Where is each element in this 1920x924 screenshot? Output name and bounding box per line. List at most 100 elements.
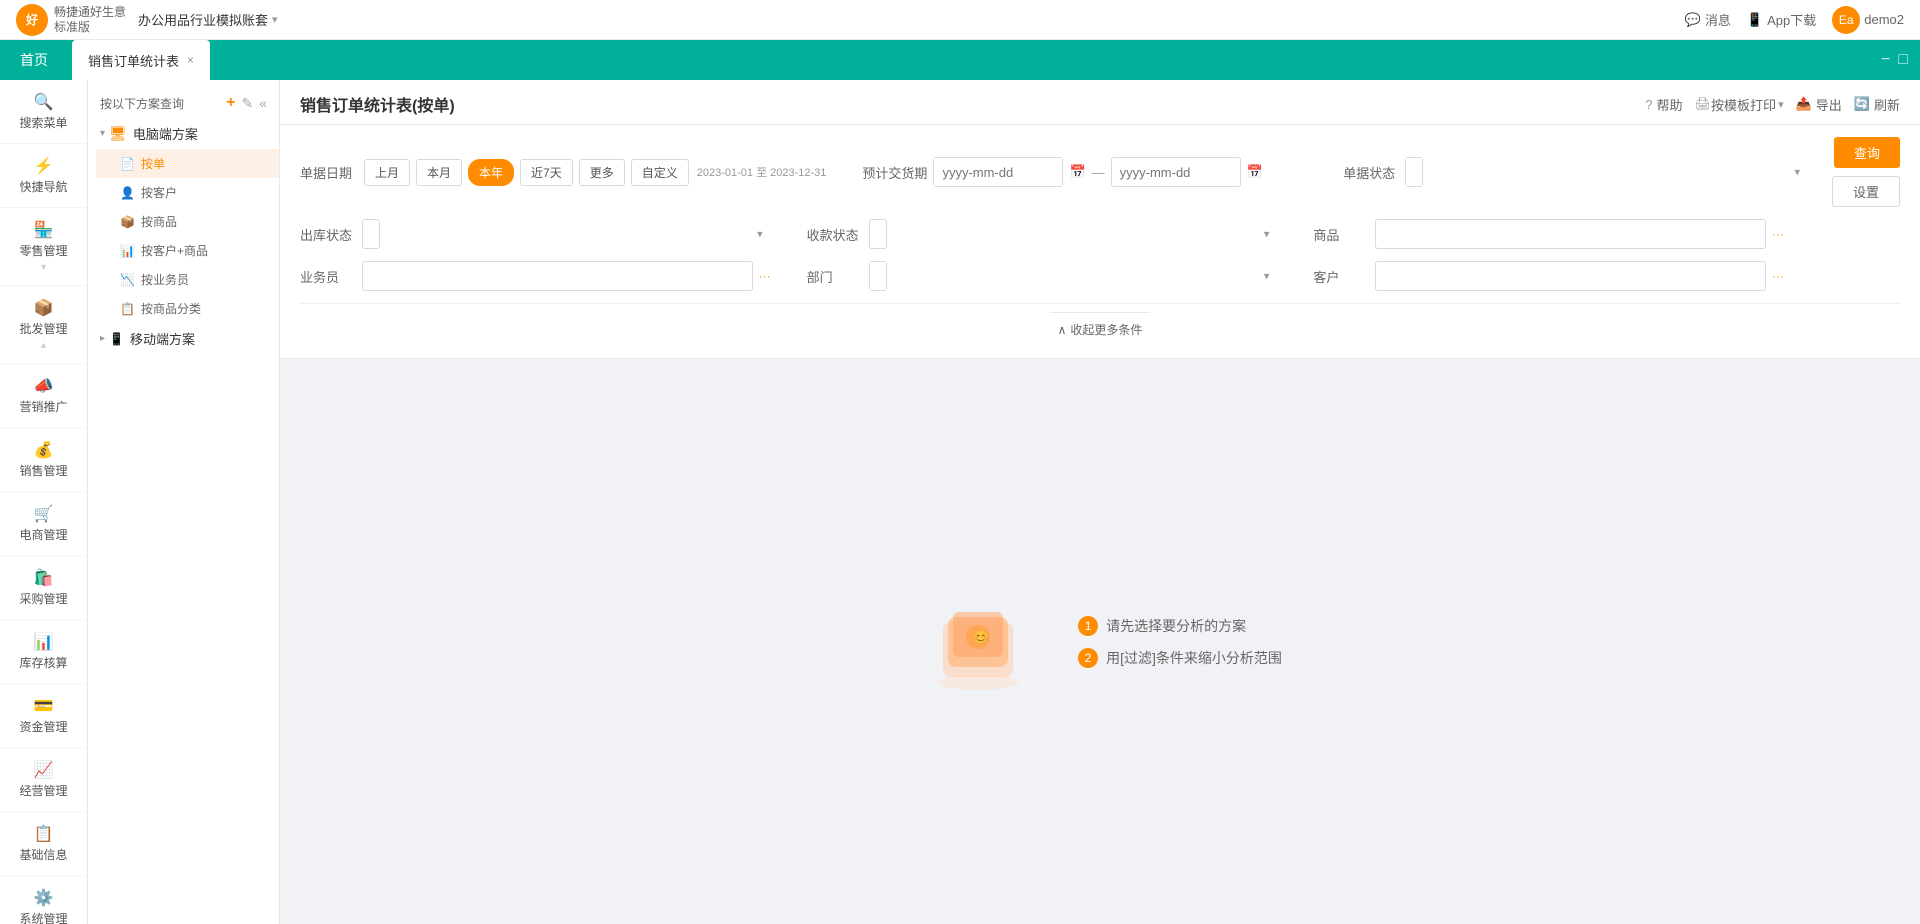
sidebar-item-quicknav[interactable]: ⚡ 快捷导航 — [0, 144, 87, 208]
purchase-icon: 🛍️ — [8, 568, 79, 588]
help-icon: ? — [1645, 97, 1652, 112]
left-panel-actions: + ✎ « — [226, 94, 267, 112]
tree-expand-icon: ▾ — [100, 128, 105, 139]
sidebar-item-purchase[interactable]: 🛍️ 采购管理 — [0, 556, 87, 620]
inventory-icon: 📊 — [8, 632, 79, 652]
user-area[interactable]: Ea demo2 — [1832, 6, 1904, 34]
sidebar-item-search[interactable]: 🔍 搜索菜单 — [0, 80, 87, 144]
date-btn-thismonth[interactable]: 本月 — [416, 159, 462, 186]
customer-input[interactable] — [1375, 261, 1766, 291]
sidebar-item-wholesale[interactable]: 📦 批发管理 ▴ — [0, 286, 87, 364]
logo-icon: 好 — [16, 4, 48, 36]
tree-mobile-arrow-icon: ▸ — [100, 333, 105, 344]
product-more-icon[interactable]: ··· — [1772, 227, 1784, 241]
scheme-by-customer-product[interactable]: 📊 按客户+商品 — [96, 236, 279, 265]
scheme-by-order[interactable]: 📄 按单 — [96, 149, 279, 178]
expected-date-end[interactable] — [1111, 157, 1241, 187]
refresh-button[interactable]: 🔄 刷新 — [1854, 95, 1900, 114]
customer-more-icon[interactable]: ··· — [1772, 269, 1784, 283]
app-download-button[interactable]: 📱 App下载 — [1747, 10, 1816, 29]
page-actions: ? 帮助 🖨 按模板打印 ▾ 📤 导出 🔄 刷新 — [1645, 95, 1900, 114]
sidebar-item-sales[interactable]: 💰 销售管理 — [0, 428, 87, 492]
scheme-by-product[interactable]: 📦 按商品 — [96, 207, 279, 236]
sidebar-item-basic[interactable]: 📋 基础信息 — [0, 812, 87, 876]
basic-icon: 📋 — [8, 824, 79, 844]
mobile-icon: 📱 — [109, 332, 124, 346]
sidebar-item-inventory[interactable]: 📊 库存核算 — [0, 620, 87, 684]
date-btn-more[interactable]: 更多 — [579, 159, 625, 186]
tree-section-mobile: ▸ 📱 移动端方案 — [88, 323, 279, 354]
product-input[interactable] — [1375, 219, 1766, 249]
tab-close-icon[interactable]: × — [187, 53, 194, 67]
content-area: 按以下方案查询 + ✎ « ▾ 🖥 电脑端方案 📄 按单 — [88, 80, 1920, 924]
sidebar: 🔍 搜索菜单 ⚡ 快捷导航 🏪 零售管理 ▾ 📦 批发管理 ▴ 📣 营销推广 💰… — [0, 80, 88, 924]
date-separator: — — [1092, 165, 1105, 180]
logo-area: 好 畅捷通好生意 标准版 — [16, 4, 126, 36]
department-label: 部门 — [807, 267, 863, 286]
filter-row-3: 业务员 ··· 部门 客户 ··· — [300, 261, 1900, 291]
tree-header-pc[interactable]: ▾ 🖥 电脑端方案 — [88, 118, 279, 149]
filter-row-1: 单据日期 上月 本月 本年 近7天 更多 自定义 2023-01-01 至 20… — [300, 137, 1900, 207]
sidebar-item-retail[interactable]: 🏪 零售管理 ▾ — [0, 208, 87, 286]
tab-maximize-icon[interactable]: □ — [1898, 51, 1908, 69]
retail-icon: 🏪 — [8, 220, 79, 240]
tab-home[interactable]: 首页 — [0, 40, 68, 80]
calendar-icon-end[interactable]: 📅 — [1247, 164, 1263, 180]
btn-group-right: 查询 设置 — [1824, 137, 1900, 207]
order-status-label: 单据状态 — [1343, 163, 1399, 182]
scheme-by-customer[interactable]: 👤 按客户 — [96, 178, 279, 207]
date-btn-7days[interactable]: 近7天 — [520, 159, 573, 186]
left-panel-header: 按以下方案查询 + ✎ « — [88, 88, 279, 118]
add-scheme-button[interactable]: + — [226, 94, 235, 112]
workspace-chevron-icon: ▾ — [272, 13, 278, 26]
sidebar-item-operation[interactable]: 📈 经营管理 — [0, 748, 87, 812]
by-cat-icon: 📋 — [120, 302, 135, 316]
print-icon: 🖨 — [1695, 96, 1712, 112]
workspace-selector[interactable]: 办公用品行业模拟账套 ▾ — [138, 10, 278, 29]
left-panel: 按以下方案查询 + ✎ « ▾ 🖥 电脑端方案 📄 按单 — [88, 80, 280, 924]
tab-bar: 首页 销售订单统计表 × − □ — [0, 40, 1920, 80]
empty-tips: 1 请先选择要分析的方案 2 用[过滤]条件来缩小分析范围 — [1078, 616, 1282, 668]
help-button[interactable]: ? 帮助 — [1645, 95, 1682, 114]
empty-tip-1: 1 请先选择要分析的方案 — [1078, 616, 1282, 636]
query-button[interactable]: 查询 — [1834, 137, 1900, 168]
salesperson-input[interactable] — [362, 261, 753, 291]
calendar-icon-start[interactable]: 📅 — [1069, 164, 1085, 180]
sidebar-item-marketing[interactable]: 📣 营销推广 — [0, 364, 87, 428]
tab-active[interactable]: 销售订单统计表 × — [72, 40, 210, 80]
ecommerce-icon: 🛒 — [8, 504, 79, 524]
collapse-icon: ∧ — [1058, 323, 1067, 337]
export-button[interactable]: 📤 导出 — [1796, 95, 1842, 114]
sidebar-item-system[interactable]: ⚙️ 系统管理 — [0, 876, 87, 924]
tip-num-2: 2 — [1078, 648, 1098, 668]
quicknav-icon: ⚡ — [8, 156, 79, 176]
scheme-by-salesperson[interactable]: 📉 按业务员 — [96, 265, 279, 294]
department-select[interactable] — [869, 261, 887, 291]
expected-date-start[interactable] — [933, 157, 1063, 187]
edit-scheme-button[interactable]: ✎ — [241, 95, 253, 112]
order-status-select[interactable] — [1405, 157, 1423, 187]
wholesale-icon: 📦 — [8, 298, 79, 318]
settings-button[interactable]: 设置 — [1832, 176, 1900, 207]
scheme-by-category[interactable]: 📋 按商品分类 — [96, 294, 279, 323]
payment-status-select[interactable] — [869, 219, 887, 249]
salesperson-more-icon[interactable]: ··· — [759, 269, 771, 283]
date-btn-custom[interactable]: 自定义 — [631, 159, 689, 186]
tree-header-mobile[interactable]: ▸ 📱 移动端方案 — [88, 323, 279, 354]
salesperson-label: 业务员 — [300, 267, 356, 286]
tree-section-pc: ▾ 🖥 电脑端方案 📄 按单 👤 按客户 📦 按商品 — [88, 118, 279, 323]
print-button[interactable]: 🖨 按模板打印 ▾ — [1695, 95, 1784, 114]
sidebar-item-finance[interactable]: 💳 资金管理 — [0, 684, 87, 748]
date-btn-lastmonth[interactable]: 上月 — [364, 159, 410, 186]
date-btn-thisyear[interactable]: 本年 — [468, 159, 514, 186]
message-button[interactable]: 💬 消息 — [1685, 10, 1731, 29]
collapse-panel-button[interactable]: « — [259, 95, 267, 111]
sidebar-item-ecommerce[interactable]: 🛒 电商管理 — [0, 492, 87, 556]
tab-minimize-icon[interactable]: − — [1881, 51, 1890, 69]
date-range-text: 2023-01-01 至 2023-12-31 — [697, 164, 827, 180]
shipping-status-select[interactable] — [362, 219, 380, 249]
top-bar-left: 好 畅捷通好生意 标准版 办公用品行业模拟账套 ▾ — [16, 4, 278, 36]
product-label: 商品 — [1313, 225, 1369, 244]
collapse-filters-button[interactable]: ∧ 收起更多条件 — [1050, 312, 1151, 346]
system-icon: ⚙️ — [8, 888, 79, 908]
